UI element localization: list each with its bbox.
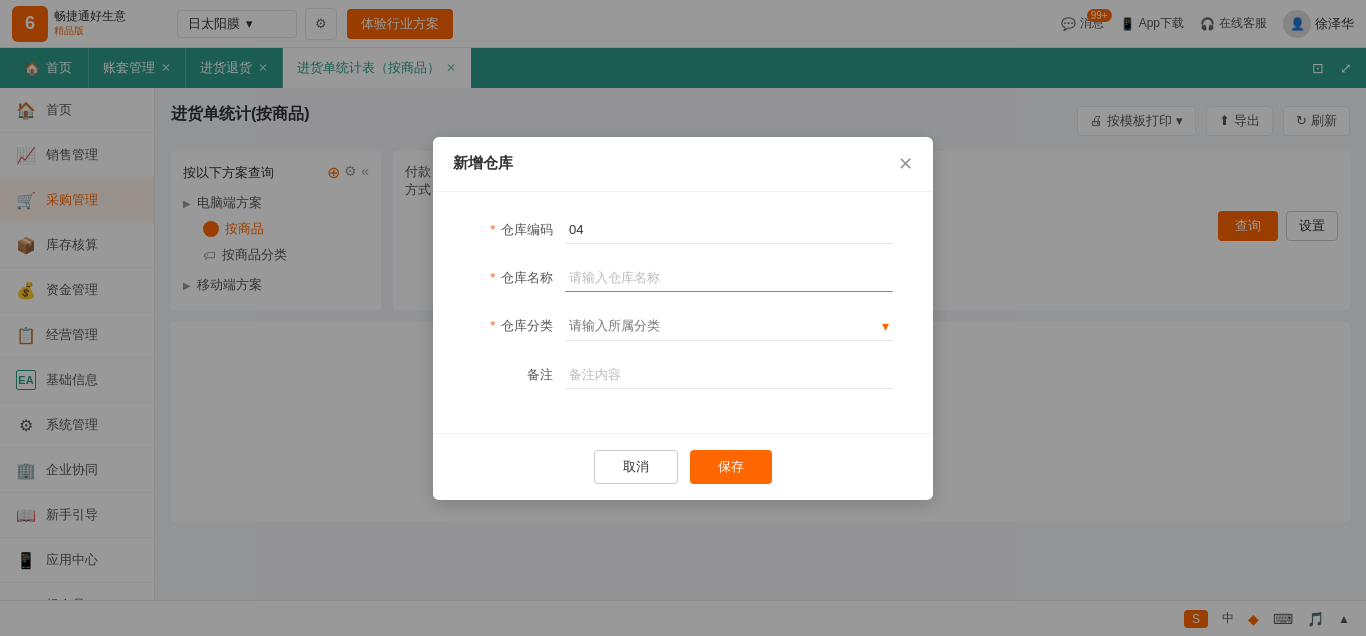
modal-header: 新增仓库 ✕	[433, 137, 933, 192]
category-dropdown-icon[interactable]: ▾	[882, 318, 889, 334]
modal-title: 新增仓库	[453, 154, 513, 173]
modal-overlay: 新增仓库 ✕ * 仓库编码 * 仓库名称	[0, 0, 1366, 636]
required-star-category: *	[490, 318, 495, 333]
new-warehouse-modal: 新增仓库 ✕ * 仓库编码 * 仓库名称	[433, 137, 933, 500]
modal-close-button[interactable]: ✕	[898, 153, 913, 175]
form-row-code: * 仓库编码	[473, 216, 893, 244]
warehouse-code-input[interactable]	[565, 216, 893, 244]
modal-footer: 取消 保存	[433, 433, 933, 500]
form-row-name: * 仓库名称	[473, 264, 893, 292]
required-star-name: *	[490, 270, 495, 285]
warehouse-name-input[interactable]	[565, 264, 893, 292]
code-label: * 仓库编码	[473, 221, 553, 239]
category-label: * 仓库分类	[473, 317, 553, 335]
category-select-row[interactable]: ▾	[565, 312, 893, 341]
save-button[interactable]: 保存	[690, 450, 772, 484]
note-input[interactable]	[565, 361, 893, 389]
required-star-code: *	[490, 222, 495, 237]
form-row-note: 备注	[473, 361, 893, 389]
category-input[interactable]	[569, 318, 882, 333]
form-row-category: * 仓库分类 ▾	[473, 312, 893, 341]
modal-body: * 仓库编码 * 仓库名称 * 仓库分类	[433, 192, 933, 433]
note-label: 备注	[473, 366, 553, 384]
cancel-button[interactable]: 取消	[594, 450, 678, 484]
name-label: * 仓库名称	[473, 269, 553, 287]
